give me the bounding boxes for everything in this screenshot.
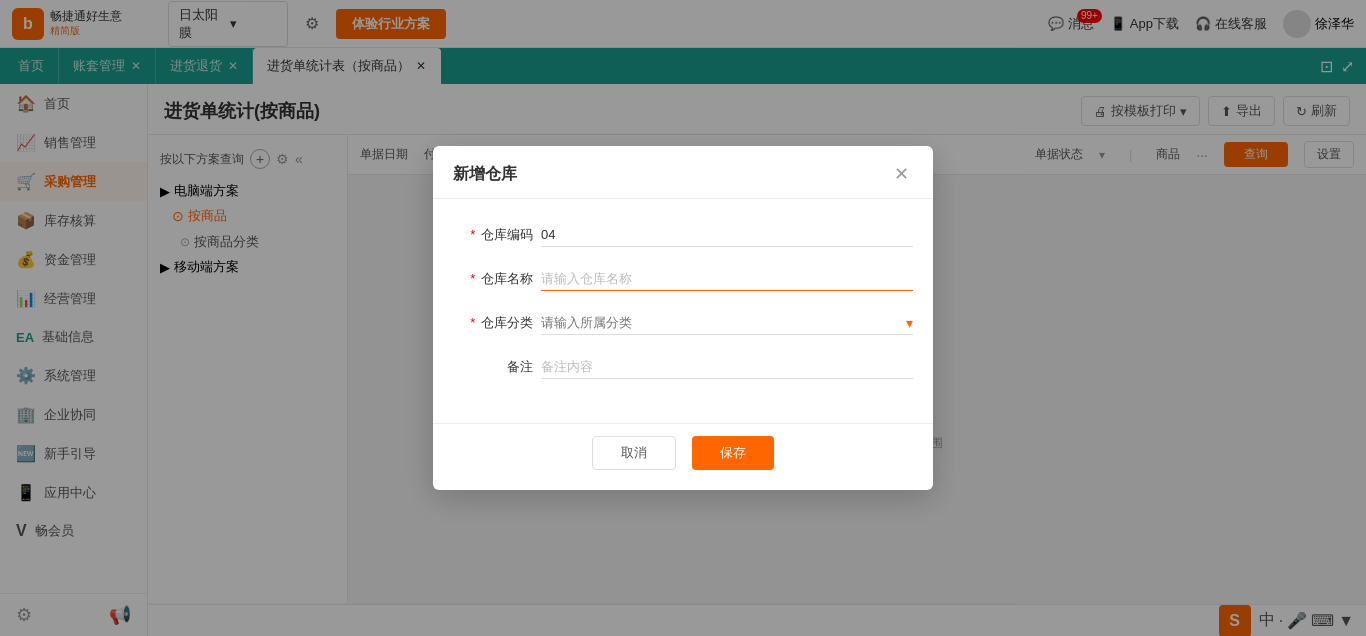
warehouse-name-label: * 仓库名称 — [453, 270, 533, 288]
modal-header: 新增仓库 ✕ — [433, 146, 933, 199]
required-star-category: * — [470, 315, 475, 330]
add-warehouse-modal: 新增仓库 ✕ * 仓库编码 * 仓库名称 — [433, 146, 933, 490]
warehouse-remark-row: 备注 — [453, 355, 913, 379]
modal-close-button[interactable]: ✕ — [889, 162, 913, 186]
category-dropdown-arrow[interactable]: ▾ — [906, 315, 913, 331]
modal-body: * 仓库编码 * 仓库名称 * 仓库分类 — [433, 199, 933, 423]
warehouse-category-input[interactable] — [541, 311, 906, 334]
warehouse-code-row: * 仓库编码 — [453, 223, 913, 247]
warehouse-category-label: * 仓库分类 — [453, 314, 533, 332]
warehouse-name-input[interactable] — [541, 267, 913, 291]
cancel-button[interactable]: 取消 — [592, 436, 676, 470]
warehouse-remark-label: 备注 — [453, 358, 533, 376]
warehouse-code-label: * 仓库编码 — [453, 226, 533, 244]
save-button[interactable]: 保存 — [692, 436, 774, 470]
modal-footer: 取消 保存 — [433, 423, 933, 490]
warehouse-category-select[interactable]: ▾ — [541, 311, 913, 335]
required-star-name: * — [470, 271, 475, 286]
warehouse-remark-input[interactable] — [541, 355, 913, 379]
warehouse-name-row: * 仓库名称 — [453, 267, 913, 291]
required-star-code: * — [470, 227, 475, 242]
warehouse-category-row: * 仓库分类 ▾ — [453, 311, 913, 335]
modal-overlay: 新增仓库 ✕ * 仓库编码 * 仓库名称 — [0, 0, 1366, 636]
warehouse-code-input[interactable] — [541, 223, 913, 247]
modal-title: 新增仓库 — [453, 164, 517, 185]
